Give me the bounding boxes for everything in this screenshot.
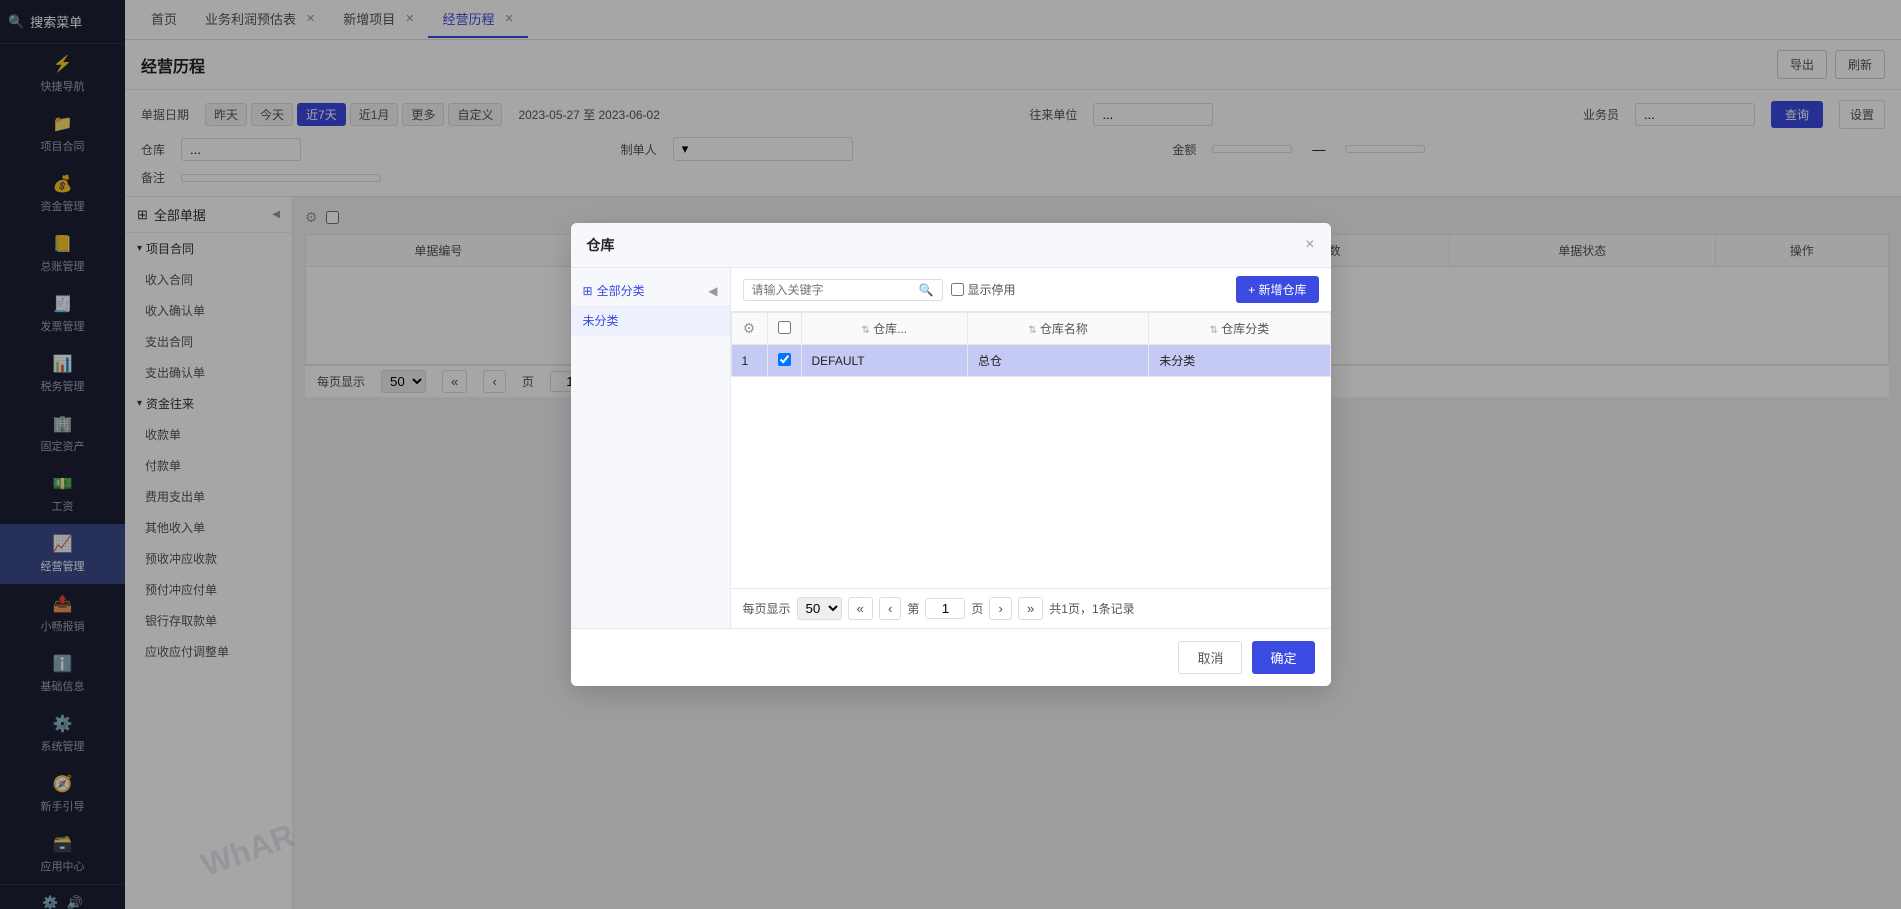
row-name: 总仓 [967, 345, 1148, 377]
modal-left-uncategorized[interactable]: 未分类 [571, 305, 730, 336]
modal-page-num-label: 第 [907, 600, 919, 617]
modal-first-page-btn[interactable]: « [848, 597, 873, 620]
modal-close-button[interactable]: × [1305, 236, 1314, 254]
confirm-button[interactable]: 确定 [1252, 641, 1314, 674]
modal-select-all-checkbox[interactable] [778, 321, 791, 334]
row-category: 未分类 [1149, 345, 1330, 377]
modal-right-panel: 🔍 显示停用 + 新增仓库 ⚙ [731, 268, 1331, 628]
search-icon-modal: 🔍 [919, 283, 934, 297]
col-select [767, 313, 801, 345]
col-sort-icon: ⇅ [861, 325, 869, 336]
table-row[interactable]: 1 DEFAULT 总仓 未分类 [731, 345, 1330, 377]
modal-per-page-label: 每页显示 [743, 600, 791, 617]
search-input-wrap: 🔍 [743, 279, 943, 301]
grid-icon-modal: ⊞ [583, 284, 593, 298]
modal-prev-page-btn[interactable]: ‹ [879, 597, 901, 620]
show-disabled-checkbox[interactable] [951, 283, 964, 296]
col-sort-icon-cat: ⇅ [1209, 325, 1217, 336]
modal-left-panel: ⊞ 全部分类 ◀ 未分类 [571, 268, 731, 628]
modal-pagination: 每页显示 50 « ‹ 第 页 › » 共1页，1条记录 [731, 588, 1331, 628]
modal-table-wrap: ⚙ ⇅ 仓库... ⇅ [731, 312, 1331, 588]
modal-header: 仓库 × [571, 223, 1331, 268]
row-checkbox-cell [767, 345, 801, 377]
row-checkbox[interactable] [778, 353, 791, 366]
modal-next-page-btn[interactable]: › [989, 597, 1011, 620]
modal-page-label: 页 [971, 600, 983, 617]
add-warehouse-button[interactable]: + 新增仓库 [1236, 276, 1318, 303]
modal-last-page-btn[interactable]: » [1018, 597, 1043, 620]
row-code: DEFAULT [801, 345, 967, 377]
modal-page-input[interactable] [925, 598, 965, 619]
modal-title: 仓库 [587, 235, 615, 255]
row-index: 1 [731, 345, 767, 377]
col-settings: ⚙ [731, 313, 767, 345]
all-categories-label: 全部分类 [597, 282, 645, 299]
modal-toolbar: 🔍 显示停用 + 新增仓库 [731, 268, 1331, 312]
col-warehouse-code: ⇅ 仓库... [801, 313, 967, 345]
modal-table: ⚙ ⇅ 仓库... ⇅ [731, 312, 1331, 377]
modal-overlay: 仓库 × ⊞ 全部分类 ◀ 未分类 [0, 0, 1901, 909]
modal-per-page-select[interactable]: 50 [797, 597, 842, 620]
modal-table-gear-icon[interactable]: ⚙ [743, 320, 756, 336]
warehouse-modal: 仓库 × ⊞ 全部分类 ◀ 未分类 [571, 223, 1331, 686]
modal-left-toggle[interactable]: ◀ [708, 284, 717, 298]
col-warehouse-category: ⇅ 仓库分类 [1149, 313, 1330, 345]
col-sort-icon-name: ⇅ [1028, 325, 1036, 336]
col-warehouse-name: ⇅ 仓库名称 [967, 313, 1148, 345]
modal-all-categories[interactable]: ⊞ 全部分类 ◀ [571, 276, 730, 305]
show-disabled-label[interactable]: 显示停用 [951, 281, 1016, 298]
warehouse-search-input[interactable] [752, 283, 919, 297]
modal-total: 共1页，1条记录 [1049, 600, 1134, 617]
modal-footer: 取消 确定 [571, 628, 1331, 686]
cancel-button[interactable]: 取消 [1178, 641, 1242, 674]
modal-body: ⊞ 全部分类 ◀ 未分类 🔍 显示停用 [571, 268, 1331, 628]
